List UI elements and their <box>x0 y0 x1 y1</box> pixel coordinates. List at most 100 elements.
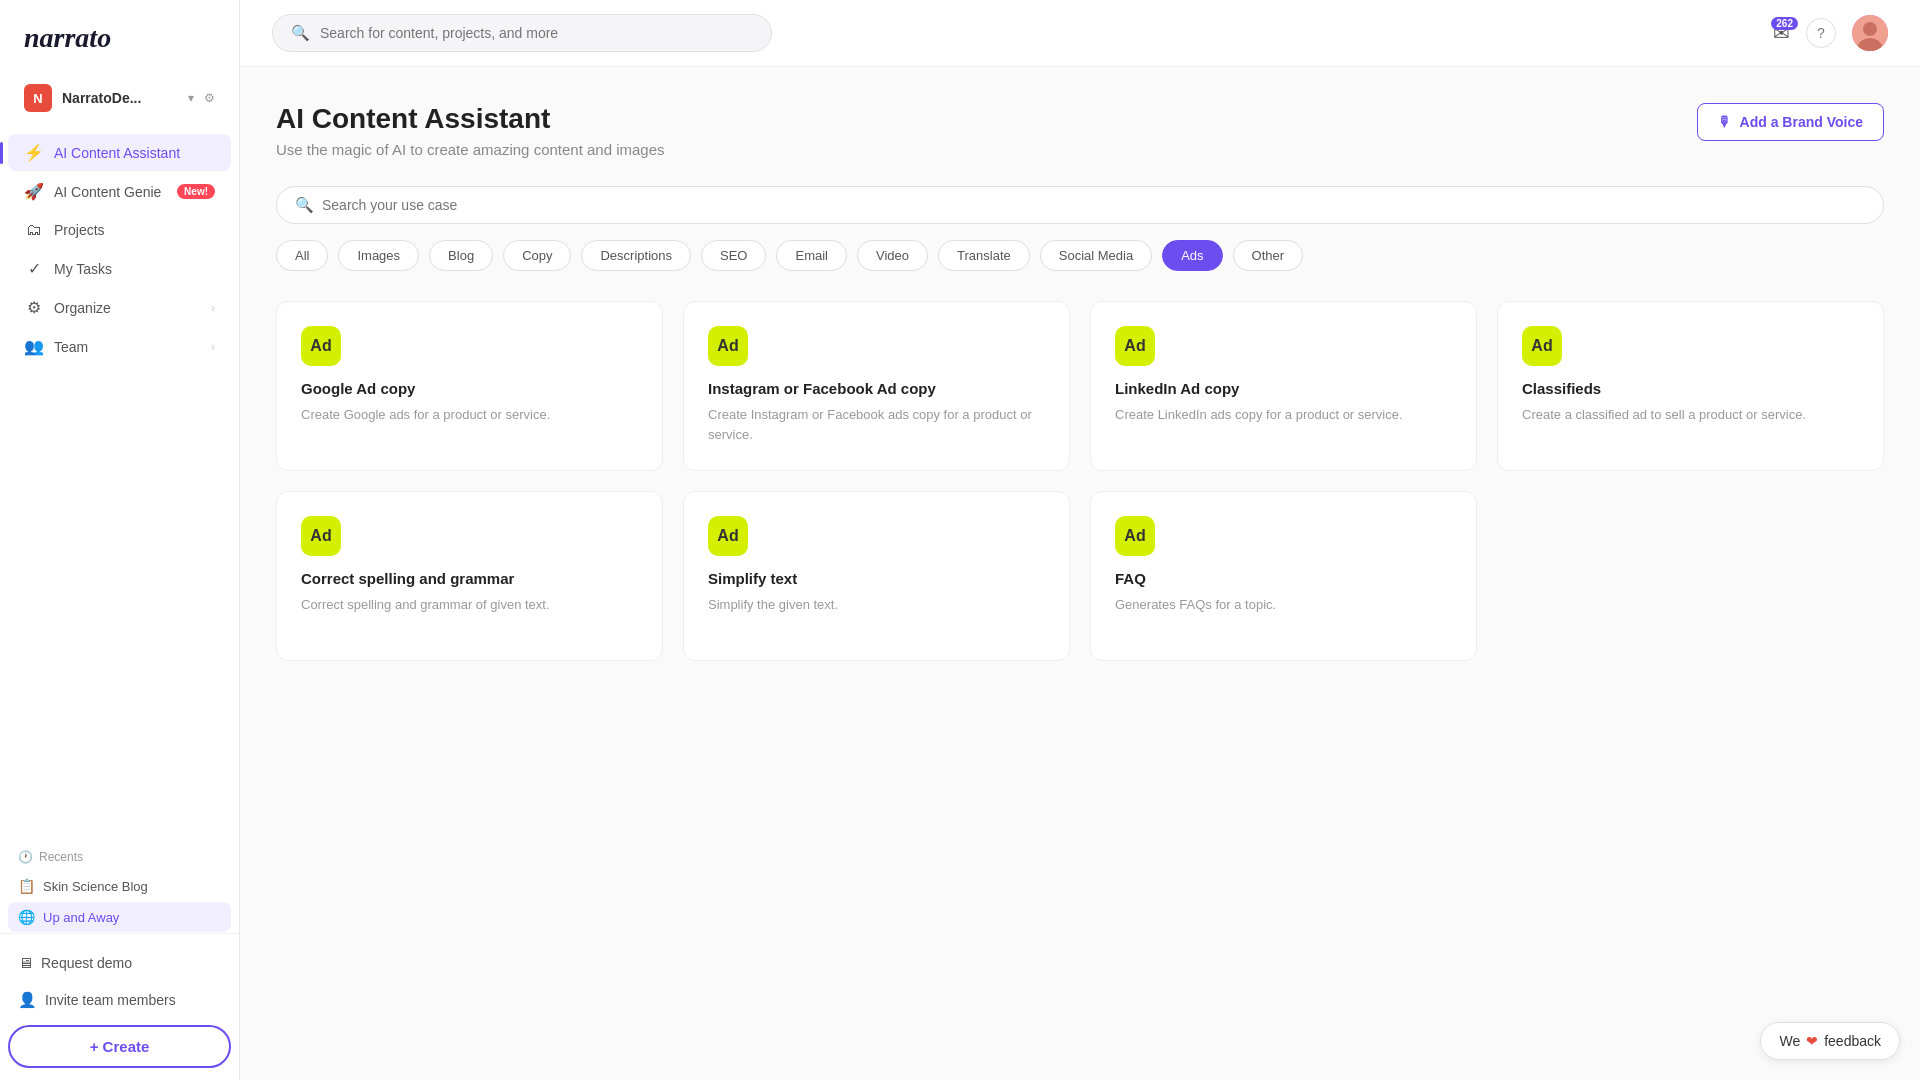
notification-badge: 262 <box>1771 17 1798 30</box>
filter-tag-other[interactable]: Other <box>1233 240 1304 271</box>
nav-item-projects[interactable]: 🗂 Projects <box>8 212 231 248</box>
search-icon: 🔍 <box>291 24 310 42</box>
card-description: Simplify the given text. <box>708 595 1045 615</box>
page-header-row: AI Content Assistant Use the magic of AI… <box>276 103 1884 158</box>
card-faq[interactable]: Ad FAQ Generates FAQs for a topic. <box>1090 491 1477 661</box>
workspace-settings-icon[interactable]: ⚙ <box>204 91 215 105</box>
recent-label: Up and Away <box>43 910 119 925</box>
page-content: AI Content Assistant Use the magic of AI… <box>240 67 1920 697</box>
recent-label: Skin Science Blog <box>43 879 148 894</box>
nav-item-ai-content-genie[interactable]: 🚀 AI Content Genie New! <box>8 173 231 210</box>
page-title-area: AI Content Assistant Use the magic of AI… <box>276 103 665 158</box>
card-icon: Ad <box>708 516 748 556</box>
filter-tag-ads[interactable]: Ads <box>1162 240 1222 271</box>
logo-area: narrato <box>0 0 239 72</box>
card-title: FAQ <box>1115 570 1452 587</box>
card-instagram-facebook-ad[interactable]: Ad Instagram or Facebook Ad copy Create … <box>683 301 1070 471</box>
card-description: Correct spelling and grammar of given te… <box>301 595 638 615</box>
top-header: 🔍 ✉ 262 ? <box>240 0 1920 67</box>
workspace-name: NarratoDe... <box>62 90 178 106</box>
card-icon: Ad <box>1115 516 1155 556</box>
usecase-search-bar[interactable]: 🔍 <box>276 186 1884 224</box>
recents-header: 🕐 Recents <box>8 844 231 870</box>
filter-tag-social-media[interactable]: Social Media <box>1040 240 1152 271</box>
global-search-input[interactable] <box>320 25 753 41</box>
card-description: Create Instagram or Facebook ads copy fo… <box>708 405 1045 444</box>
filter-tag-seo[interactable]: SEO <box>701 240 766 271</box>
create-button[interactable]: + Create <box>8 1025 231 1068</box>
card-simplify-text[interactable]: Ad Simplify text Simplify the given text… <box>683 491 1070 661</box>
card-description: Create a classified ad to sell a product… <box>1522 405 1859 425</box>
recents-section: 🕐 Recents 📋 Skin Science Blog 🌐 Up and A… <box>0 836 239 933</box>
filter-tag-blog[interactable]: Blog <box>429 240 493 271</box>
feedback-suffix-label: feedback <box>1824 1033 1881 1049</box>
card-title: Instagram or Facebook Ad copy <box>708 380 1045 397</box>
organize-icon: ⚙ <box>24 298 44 317</box>
card-icon: Ad <box>301 326 341 366</box>
team-icon: 👥 <box>24 337 44 356</box>
card-description: Create Google ads for a product or servi… <box>301 405 638 425</box>
nav-item-my-tasks[interactable]: ✓ My Tasks <box>8 250 231 287</box>
filter-tag-descriptions[interactable]: Descriptions <box>581 240 691 271</box>
card-description: Create LinkedIn ads copy for a product o… <box>1115 405 1452 425</box>
filter-tag-email[interactable]: Email <box>776 240 847 271</box>
cards-grid: Ad Google Ad copy Create Google ads for … <box>276 301 1884 661</box>
add-brand-voice-label: Add a Brand Voice <box>1740 114 1863 130</box>
globe-icon: 🌐 <box>18 909 35 925</box>
card-title: Google Ad copy <box>301 380 638 397</box>
card-title: LinkedIn Ad copy <box>1115 380 1452 397</box>
card-icon: Ad <box>1522 326 1562 366</box>
lightning-icon: ⚡ <box>24 143 44 162</box>
card-icon: Ad <box>1115 326 1155 366</box>
filter-tag-video[interactable]: Video <box>857 240 928 271</box>
card-linkedin-ad-copy[interactable]: Ad LinkedIn Ad copy Create LinkedIn ads … <box>1090 301 1477 471</box>
card-title: Correct spelling and grammar <box>301 570 638 587</box>
request-demo-link[interactable]: 🖥 Request demo <box>8 946 231 979</box>
help-button[interactable]: ? <box>1806 18 1836 48</box>
person-plus-icon: 👤 <box>18 991 37 1009</box>
mic-icon: 🎙 <box>1718 114 1732 130</box>
filter-tag-copy[interactable]: Copy <box>503 240 571 271</box>
sidebar: narrato N NarratoDe... ▾ ⚙ ⚡ AI Content … <box>0 0 240 1080</box>
app-logo: narrato <box>24 22 111 53</box>
main-content: 🔍 ✉ 262 ? AI Content Assistant Use the <box>240 0 1920 1080</box>
filter-row: All Images Blog Copy Descriptions SEO Email Vid… <box>276 240 1884 271</box>
monitor-icon: 🖥 <box>18 954 33 971</box>
main-nav: ⚡ AI Content Assistant 🚀 AI Content Geni… <box>0 124 239 836</box>
card-title: Simplify text <box>708 570 1045 587</box>
page-title: AI Content Assistant <box>276 103 665 135</box>
filter-tag-images[interactable]: Images <box>338 240 419 271</box>
nav-item-ai-content-assistant[interactable]: ⚡ AI Content Assistant <box>8 134 231 171</box>
recents-clock-icon: 🕐 <box>18 850 33 864</box>
card-description: Generates FAQs for a topic. <box>1115 595 1452 615</box>
feedback-button[interactable]: We ❤ feedback <box>1760 1022 1900 1060</box>
team-arrow-icon: › <box>211 340 215 354</box>
invite-team-link[interactable]: 👤 Invite team members <box>8 983 231 1017</box>
add-brand-voice-button[interactable]: 🎙 Add a Brand Voice <box>1697 103 1884 141</box>
recent-item-up-and-away[interactable]: 🌐 Up and Away <box>8 902 231 932</box>
filter-tag-translate[interactable]: Translate <box>938 240 1030 271</box>
usecase-search-icon: 🔍 <box>295 196 314 214</box>
nav-item-organize[interactable]: ⚙ Organize › <box>8 289 231 326</box>
organize-arrow-icon: › <box>211 301 215 315</box>
recent-item-skin-science[interactable]: 📋 Skin Science Blog <box>8 871 231 901</box>
card-google-ad-copy[interactable]: Ad Google Ad copy Create Google ads for … <box>276 301 663 471</box>
sidebar-bottom: 🖥 Request demo 👤 Invite team members + C… <box>0 933 239 1080</box>
card-icon: Ad <box>301 516 341 556</box>
global-search-bar[interactable]: 🔍 <box>272 14 772 52</box>
workspace-dropdown-icon: ▾ <box>188 91 194 105</box>
card-correct-spelling-grammar[interactable]: Ad Correct spelling and grammar Correct … <box>276 491 663 661</box>
invite-team-label: Invite team members <box>45 992 176 1008</box>
workspace-selector[interactable]: N NarratoDe... ▾ ⚙ <box>8 76 231 120</box>
new-badge: New! <box>177 184 215 199</box>
workspace-avatar: N <box>24 84 52 112</box>
card-classifieds[interactable]: Ad Classifieds Create a classified ad to… <box>1497 301 1884 471</box>
filter-tag-all[interactable]: All <box>276 240 328 271</box>
nav-item-team[interactable]: 👥 Team › <box>8 328 231 365</box>
svg-point-1 <box>1863 22 1877 36</box>
usecase-search-input[interactable] <box>322 197 1865 213</box>
user-avatar[interactable] <box>1852 15 1888 51</box>
notification-button[interactable]: ✉ 262 <box>1773 21 1790 45</box>
rocket-icon: 🚀 <box>24 182 44 201</box>
header-right-area: ✉ 262 ? <box>1773 15 1888 51</box>
